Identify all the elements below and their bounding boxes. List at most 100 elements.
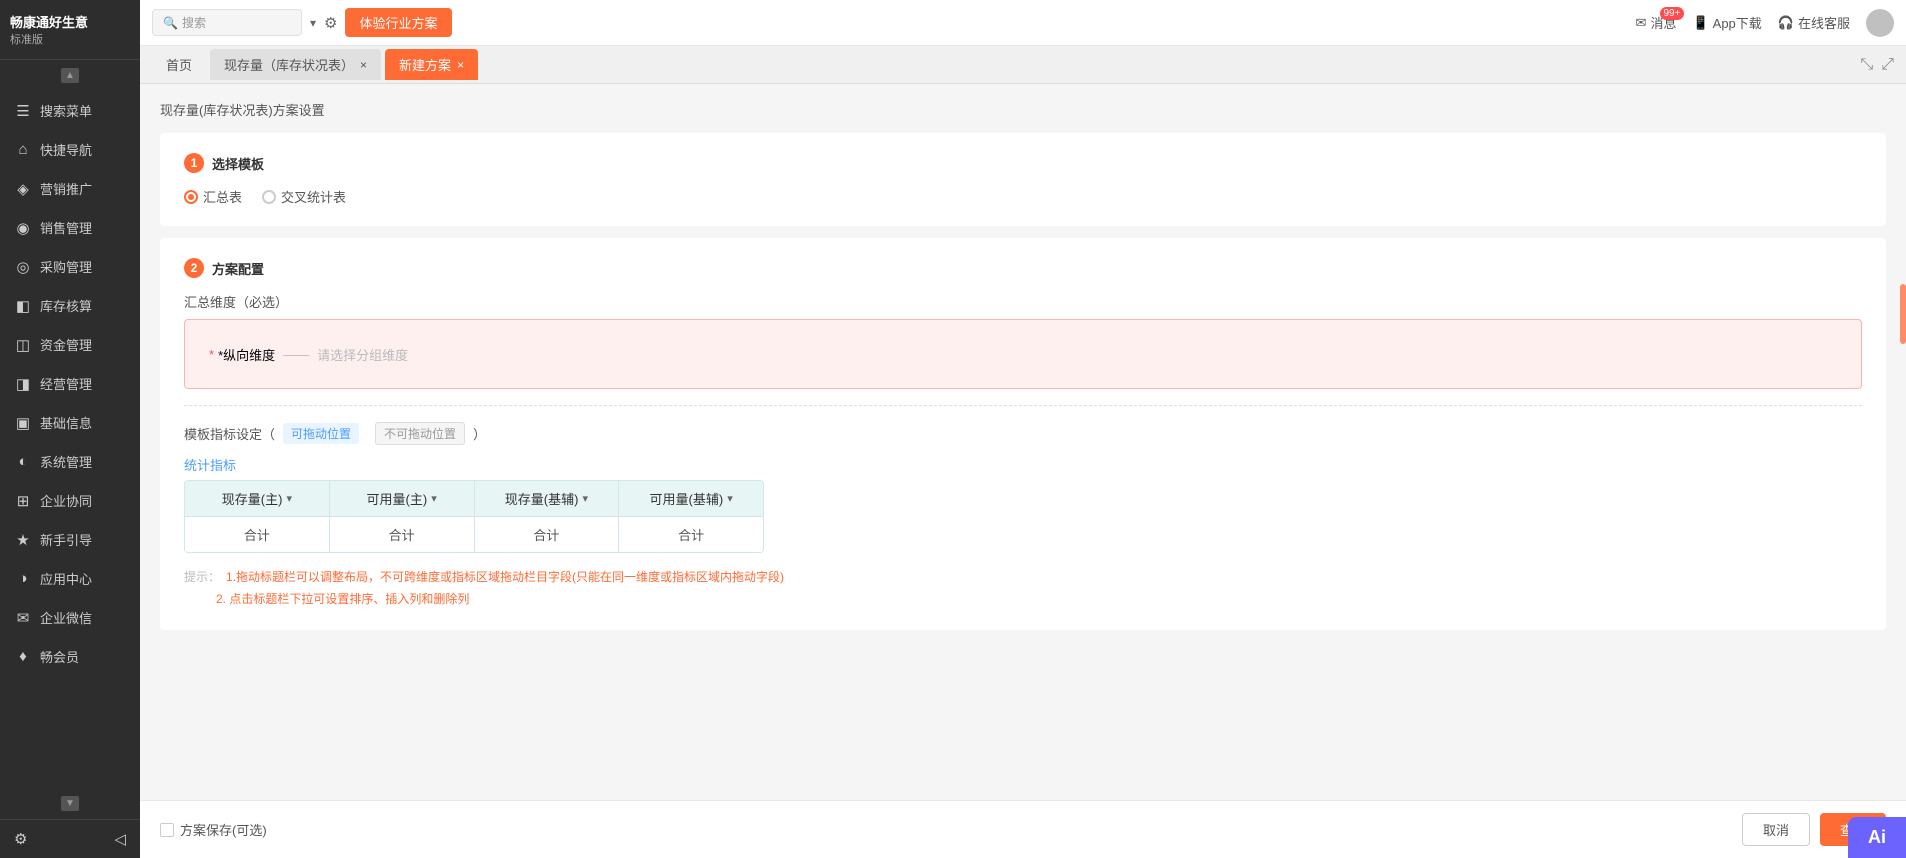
member-icon: ♦ [14, 648, 32, 665]
hint-line2: 2. 点击标题栏下拉可设置排序、插入列和删除列 [184, 589, 1862, 611]
tab-inventory[interactable]: 现存量（库存状况表） × [210, 49, 381, 80]
sales-icon: ◉ [14, 219, 32, 237]
hint1-text: 1.拖动标题栏可以调整布局，不可跨维度或指标区域拖动栏目字段(只能在同一维度或指… [226, 570, 784, 584]
sidebar-item-label: 基础信息 [40, 413, 92, 432]
sidebar-item-operations[interactable]: ◨ 经营管理 [0, 364, 140, 403]
sidebar-item-sales[interactable]: ◉ 销售管理 [0, 208, 140, 247]
sidebar-nav: ☰ 搜索菜单 ⌂ 快捷导航 ◈ 营销推广 ◉ 销售管理 ◎ 采购管理 ◧ 库存核… [0, 91, 140, 788]
dropdown-arrow-icon[interactable]: ▾ [310, 16, 316, 30]
topbar-left: 🔍 搜索 ▾ ⚙ 体验行业方案 [152, 8, 1626, 37]
guide-icon: ★ [14, 531, 32, 549]
settings-icon[interactable]: ⚙ [14, 830, 27, 848]
sidebar-item-label: 库存核算 [40, 296, 92, 315]
stats-col-4-header[interactable]: 可用量(基辅) ▾ [619, 481, 763, 516]
home-tab-label: 首页 [166, 55, 192, 74]
sidebar-item-quicknav[interactable]: ⌂ 快捷导航 [0, 130, 140, 169]
sidebar-item-label: 应用中心 [40, 569, 92, 588]
sidebar-item-inventory[interactable]: ◧ 库存核算 [0, 286, 140, 325]
tab-minimize-icon[interactable]: ⤡ [1860, 56, 1873, 74]
step1-title: 选择模板 [212, 154, 264, 173]
sidebar-item-appcenter[interactable]: ◑ 应用中心 [0, 559, 140, 598]
indicator-label-text: 模板指标设定（ [184, 424, 275, 443]
sidebar-footer: ⚙ ◁ [0, 819, 140, 858]
sidebar-item-newguide[interactable]: ★ 新手引导 [0, 520, 140, 559]
sidebar: 畅康通好生意 标准版 ▲ ☰ 搜索菜单 ⌂ 快捷导航 ◈ 营销推广 ◉ 销售管理… [0, 0, 140, 858]
right-scrollbar-indicator[interactable] [1900, 284, 1906, 344]
sidebar-item-label: 资金管理 [40, 335, 92, 354]
collab-icon: ⊞ [14, 492, 32, 510]
scroll-down-btn[interactable]: ▼ [61, 796, 79, 811]
sidebar-item-collab[interactable]: ⊞ 企业协同 [0, 481, 140, 520]
radio-summary[interactable]: 汇总表 [184, 187, 242, 206]
online-service-btn[interactable]: 🎧 在线客服 [1778, 13, 1850, 32]
sidebar-item-label: 畅会员 [40, 647, 79, 666]
tab-home[interactable]: 首页 [152, 49, 206, 80]
save-checkbox[interactable] [160, 823, 174, 837]
message-btn[interactable]: ✉ 消息 99+ [1636, 13, 1677, 32]
no-drag-badge: 不可拖动位置 [375, 422, 465, 445]
gear-icon[interactable]: ⚙ [324, 14, 337, 32]
app-version: 标准版 [10, 31, 130, 47]
operations-icon: ◨ [14, 375, 32, 393]
app-name: 畅康通好生意 [10, 12, 130, 31]
appcenter-icon: ◑ [14, 570, 32, 587]
tab-expand-icon[interactable]: ⤢ [1881, 56, 1894, 74]
system-icon: ◐ [14, 453, 32, 470]
save-option: 方案保存(可选) [160, 820, 267, 839]
app-download-btn[interactable]: 📱 App下载 [1692, 13, 1761, 32]
step1-header: 1 选择模板 [184, 153, 1862, 173]
topbar: 🔍 搜索 ▾ ⚙ 体验行业方案 ✉ 消息 99+ 📱 App下载 🎧 在线客服 [140, 0, 1906, 46]
speaker-icon[interactable]: ◁ [114, 830, 126, 848]
sidebar-item-system[interactable]: ◐ 系统管理 [0, 442, 140, 481]
tab-new-plan-close-icon[interactable]: × [457, 58, 464, 72]
stats-col-1-data: 合计 [185, 516, 330, 552]
stats-col-2-data: 合计 [330, 516, 475, 552]
scroll-up-btn[interactable]: ▲ [61, 68, 79, 83]
ai-badge[interactable]: Ai [1848, 817, 1906, 858]
tab-new-plan[interactable]: 新建方案 × [385, 49, 478, 80]
cancel-button[interactable]: 取消 [1742, 813, 1810, 846]
template-radio-group: 汇总表 交叉统计表 [184, 187, 1862, 206]
finance-icon: ◫ [14, 336, 32, 354]
col4-chevron-icon[interactable]: ▾ [727, 492, 733, 505]
radio-crosstab[interactable]: 交叉统计表 [262, 187, 346, 206]
radio-summary-label: 汇总表 [203, 187, 242, 206]
save-label: 方案保存(可选) [180, 820, 267, 839]
dim-section-label: 汇总维度（必选） [184, 292, 1862, 311]
dim-warning-box: * *纵向维度 —— 请选择分组维度 [184, 319, 1862, 389]
sidebar-item-label: 销售管理 [40, 218, 92, 237]
sidebar-item-wechat[interactable]: ✉ 企业微信 [0, 598, 140, 637]
col2-chevron-icon[interactable]: ▾ [431, 492, 437, 505]
radio-crosstab-label: 交叉统计表 [281, 187, 346, 206]
sidebar-item-label: 新手引导 [40, 530, 92, 549]
sidebar-item-marketing[interactable]: ◈ 营销推广 [0, 169, 140, 208]
stats-col-3-data: 合计 [475, 516, 620, 552]
tab-inventory-close-icon[interactable]: × [360, 58, 367, 72]
stats-col-2-header[interactable]: 可用量(主) ▾ [330, 481, 475, 516]
hint2-text: 2. 点击标题栏下拉可设置排序、插入列和删除列 [216, 592, 469, 606]
headset-icon: 🎧 [1778, 15, 1794, 31]
search-box[interactable]: 🔍 搜索 [152, 9, 302, 36]
col1-chevron-icon[interactable]: ▾ [286, 492, 292, 505]
dim-placeholder[interactable]: 请选择分组维度 [317, 345, 408, 364]
sidebar-item-label: 企业微信 [40, 608, 92, 627]
user-avatar[interactable] [1866, 9, 1894, 37]
stats-header-row: 现存量(主) ▾ 可用量(主) ▾ 现存量(基辅) ▾ 可用量(基辅) [185, 481, 763, 516]
section-divider [184, 405, 1862, 406]
sidebar-item-search[interactable]: ☰ 搜索菜单 [0, 91, 140, 130]
sidebar-item-label: 采购管理 [40, 257, 92, 276]
col4-label: 可用量(基辅) [650, 489, 724, 508]
sidebar-item-member[interactable]: ♦ 畅会员 [0, 637, 140, 676]
sidebar-item-finance[interactable]: ◫ 资金管理 [0, 325, 140, 364]
topbar-right: ✉ 消息 99+ 📱 App下载 🎧 在线客服 [1636, 9, 1894, 37]
stats-col-3-header[interactable]: 现存量(基辅) ▾ [475, 481, 620, 516]
new-plan-tab-label: 新建方案 [399, 55, 451, 74]
trial-btn[interactable]: 体验行业方案 [345, 8, 451, 37]
stats-col-4-data: 合计 [619, 516, 763, 552]
sidebar-item-basicinfo[interactable]: ▣ 基础信息 [0, 403, 140, 442]
stats-col-1-header[interactable]: 现存量(主) ▾ [185, 481, 330, 516]
col2-label: 可用量(主) [367, 489, 428, 508]
sidebar-item-purchase[interactable]: ◎ 采购管理 [0, 247, 140, 286]
app-download-label: App下载 [1713, 13, 1762, 32]
col3-chevron-icon[interactable]: ▾ [582, 492, 588, 505]
